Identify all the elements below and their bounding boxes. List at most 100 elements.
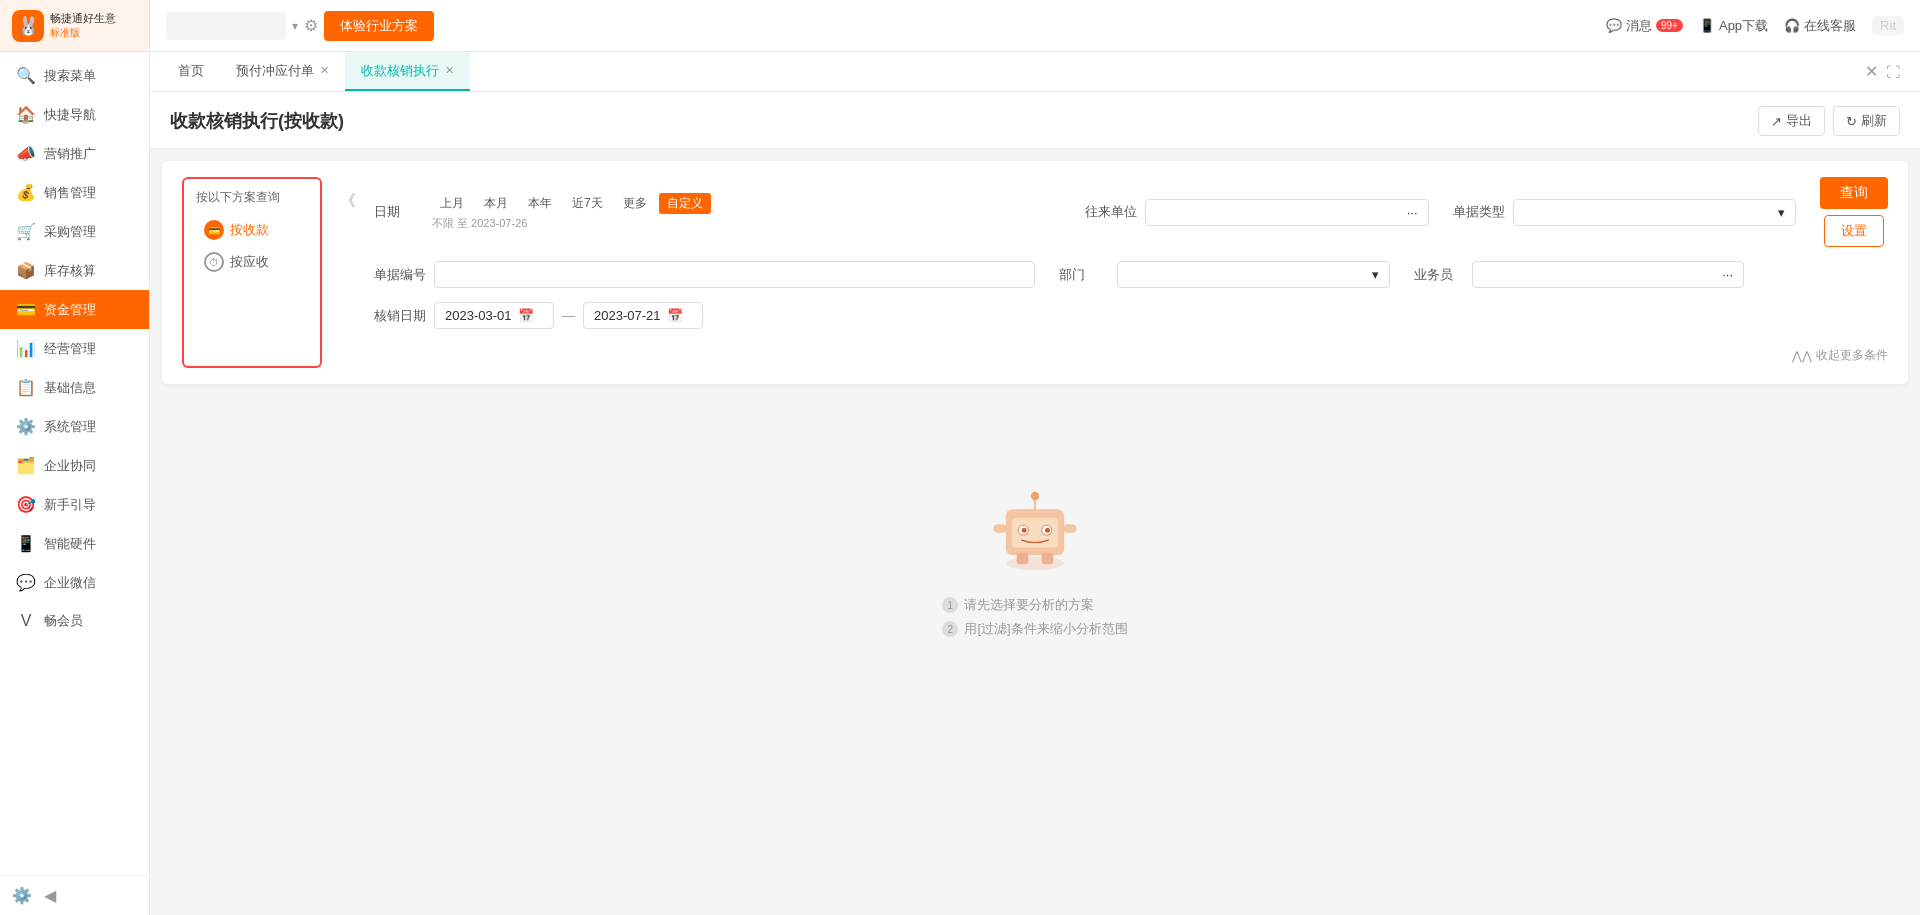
filter-by-receivable[interactable]: ⏱ 按应收 (196, 246, 308, 278)
calendar-start-icon: 📅 (518, 308, 534, 323)
sidebar-item-sales[interactable]: 💰 销售管理 (0, 173, 149, 212)
filter-row-1: 日期 上月 本月 本年 近7天 更多 自定义 不限 至 (374, 177, 1888, 247)
receipt-option-icon: 💳 (204, 220, 224, 240)
doc-type-select[interactable]: ▾ (1513, 199, 1797, 226)
tab-receipt-close-icon[interactable]: ✕ (445, 64, 454, 77)
online-service-item[interactable]: 🎧 在线客服 (1784, 17, 1856, 35)
dept-select[interactable]: ▾ (1117, 261, 1390, 288)
sidebar-item-label: 搜索菜单 (44, 67, 96, 85)
date-last-month-btn[interactable]: 上月 (432, 193, 472, 214)
verify-date-start-value: 2023-03-01 (445, 308, 512, 323)
calendar-end-icon: 📅 (667, 308, 683, 323)
sidebar-item-label: 新手引导 (44, 496, 96, 514)
close-window-icon[interactable]: ✕ (1865, 62, 1878, 81)
date-7days-btn[interactable]: 近7天 (564, 193, 611, 214)
sidebar-item-inventory[interactable]: 📦 库存核算 (0, 251, 149, 290)
sidebar-item-basic[interactable]: 📋 基础信息 (0, 368, 149, 407)
tab-receipt[interactable]: 收款核销执行 ✕ (345, 52, 470, 91)
sidebar-item-system[interactable]: ⚙️ 系统管理 (0, 407, 149, 446)
doc-type-field: 单据类型 ▾ (1453, 199, 1797, 226)
filter-by-receipt[interactable]: 💳 按收款 (196, 214, 308, 246)
header-username: Rit (1872, 16, 1904, 35)
message-icon: 💬 (1606, 18, 1622, 33)
sidebar-item-hardware[interactable]: 📱 智能硬件 (0, 524, 149, 563)
sidebar-item-label: 快捷导航 (44, 106, 96, 124)
sidebar-item-wechat[interactable]: 💬 企业微信 (0, 563, 149, 602)
sidebar-item-purchase[interactable]: 🛒 采购管理 (0, 212, 149, 251)
home-icon: 🏠 (16, 105, 36, 124)
online-service-label: 在线客服 (1804, 17, 1856, 35)
date-field: 日期 上月 本月 本年 近7天 更多 自定义 不限 至 (374, 193, 1061, 231)
sidebar-item-enterprise[interactable]: 🗂️ 企业协同 (0, 446, 149, 485)
sidebar-item-search[interactable]: 🔍 搜索菜单 (0, 56, 149, 95)
verify-date-start-input[interactable]: 2023-03-01 📅 (434, 302, 554, 329)
verify-date-end-input[interactable]: 2023-07-21 📅 (583, 302, 703, 329)
tab-prepay-close-icon[interactable]: ✕ (320, 64, 329, 77)
settings-icon[interactable]: ⚙️ (12, 886, 32, 905)
app-download-item[interactable]: 📱 App下载 (1699, 17, 1768, 35)
maximize-icon[interactable]: ⛶ (1886, 64, 1900, 80)
tab-home[interactable]: 首页 (162, 52, 220, 91)
empty-illustration (985, 476, 1085, 576)
tab-prepay[interactable]: 预付冲应付单 ✕ (220, 52, 345, 91)
sidebar-item-member[interactable]: V 畅会员 (0, 602, 149, 640)
svg-point-6 (1045, 528, 1050, 533)
dots-icon: ··· (1407, 205, 1418, 220)
date-more-btn[interactable]: 更多 (615, 193, 655, 214)
date-this-month-btn[interactable]: 本月 (476, 193, 516, 214)
doc-number-input[interactable] (434, 261, 1035, 288)
query-button[interactable]: 查询 (1820, 177, 1888, 209)
verify-date-label: 核销日期 (374, 307, 426, 325)
logo-title: 畅捷通好生意 (50, 11, 116, 26)
date-this-year-btn[interactable]: 本年 (520, 193, 560, 214)
query-btn-col: 查询 设置 (1820, 177, 1888, 247)
page-header: 收款核销执行(按收款) ↗ 导出 ↻ 刷新 (150, 92, 1920, 149)
message-item[interactable]: 💬 消息 99+ (1606, 17, 1683, 35)
logo-sub: 标准版 (50, 26, 116, 40)
collapse-button[interactable]: 《 (338, 187, 358, 216)
date-no-limit: 不限 至 2023-07-26 (432, 216, 711, 231)
box-icon: 📦 (16, 261, 36, 280)
date-quick-wrap: 上月 本月 本年 近7天 更多 自定义 不限 至 2023-07-26 (432, 193, 711, 231)
filter-row-2: 单据编号 部门 ▾ 业务员 (374, 261, 1888, 288)
svg-rect-11 (1017, 553, 1029, 565)
export-label: 导出 (1786, 112, 1812, 130)
cart-icon: 🛒 (16, 222, 36, 241)
counterpart-field: 往来单位 ··· (1085, 199, 1429, 226)
export-icon: ↗ (1771, 114, 1782, 129)
date-custom-btn[interactable]: 自定义 (659, 193, 711, 214)
sidebar-item-label: 智能硬件 (44, 535, 96, 553)
collapse-more-btn[interactable]: ⋀⋀ 收起更多条件 (374, 343, 1888, 368)
gear-icon: ⚙️ (16, 417, 36, 436)
tip-text-1: 请先选择要分析的方案 (964, 596, 1094, 614)
refresh-button[interactable]: ↻ 刷新 (1833, 106, 1900, 136)
counterpart-select[interactable]: ··· (1145, 199, 1429, 226)
sidebar-item-guide[interactable]: 🎯 新手引导 (0, 485, 149, 524)
date-quick-btns: 上月 本月 本年 近7天 更多 自定义 (432, 193, 711, 214)
date-label: 日期 (374, 203, 424, 221)
settings-button[interactable]: 设置 (1824, 215, 1884, 247)
receivable-option-icon: ⏱ (204, 252, 224, 272)
sidebar-collapse-icon[interactable]: ◀ (44, 886, 56, 905)
search-icon: 🔍 (16, 66, 36, 85)
verify-date-range: 2023-03-01 📅 — 2023-07-21 📅 (434, 302, 1035, 329)
export-button[interactable]: ↗ 导出 (1758, 106, 1825, 136)
message-badge: 99+ (1656, 19, 1683, 32)
filter-top: 按以下方案查询 💳 按收款 ⏱ 按应收 《 (182, 177, 1888, 368)
verify-date-field: 核销日期 2023-03-01 📅 — 2023-07-21 📅 (374, 302, 1035, 329)
sidebar-item-quick-nav[interactable]: 🏠 快捷导航 (0, 95, 149, 134)
date-separator: — (562, 308, 575, 323)
solution-button[interactable]: 体验行业方案 (324, 11, 434, 41)
filter-options: 按以下方案查询 💳 按收款 ⏱ 按应收 (182, 177, 322, 368)
tip-num-2: 2 (942, 621, 958, 637)
sidebar-item-marketing[interactable]: 📣 营销推广 (0, 134, 149, 173)
salesperson-select[interactable]: ··· (1472, 261, 1745, 288)
top-header: ▾ ⚙ 体验行业方案 💬 消息 99+ 📱 App下载 🎧 在线客服 Rit (150, 0, 1920, 52)
sidebar-item-finance[interactable]: 💳 资金管理 (0, 290, 149, 329)
sidebar-item-business[interactable]: 📊 经营管理 (0, 329, 149, 368)
sidebar-item-label: 经营管理 (44, 340, 96, 358)
header-gear-icon[interactable]: ⚙ (304, 16, 318, 35)
refresh-label: 刷新 (1861, 112, 1887, 130)
chevron-down-icon[interactable]: ▾ (292, 19, 298, 33)
tab-receipt-label: 收款核销执行 (361, 62, 439, 80)
